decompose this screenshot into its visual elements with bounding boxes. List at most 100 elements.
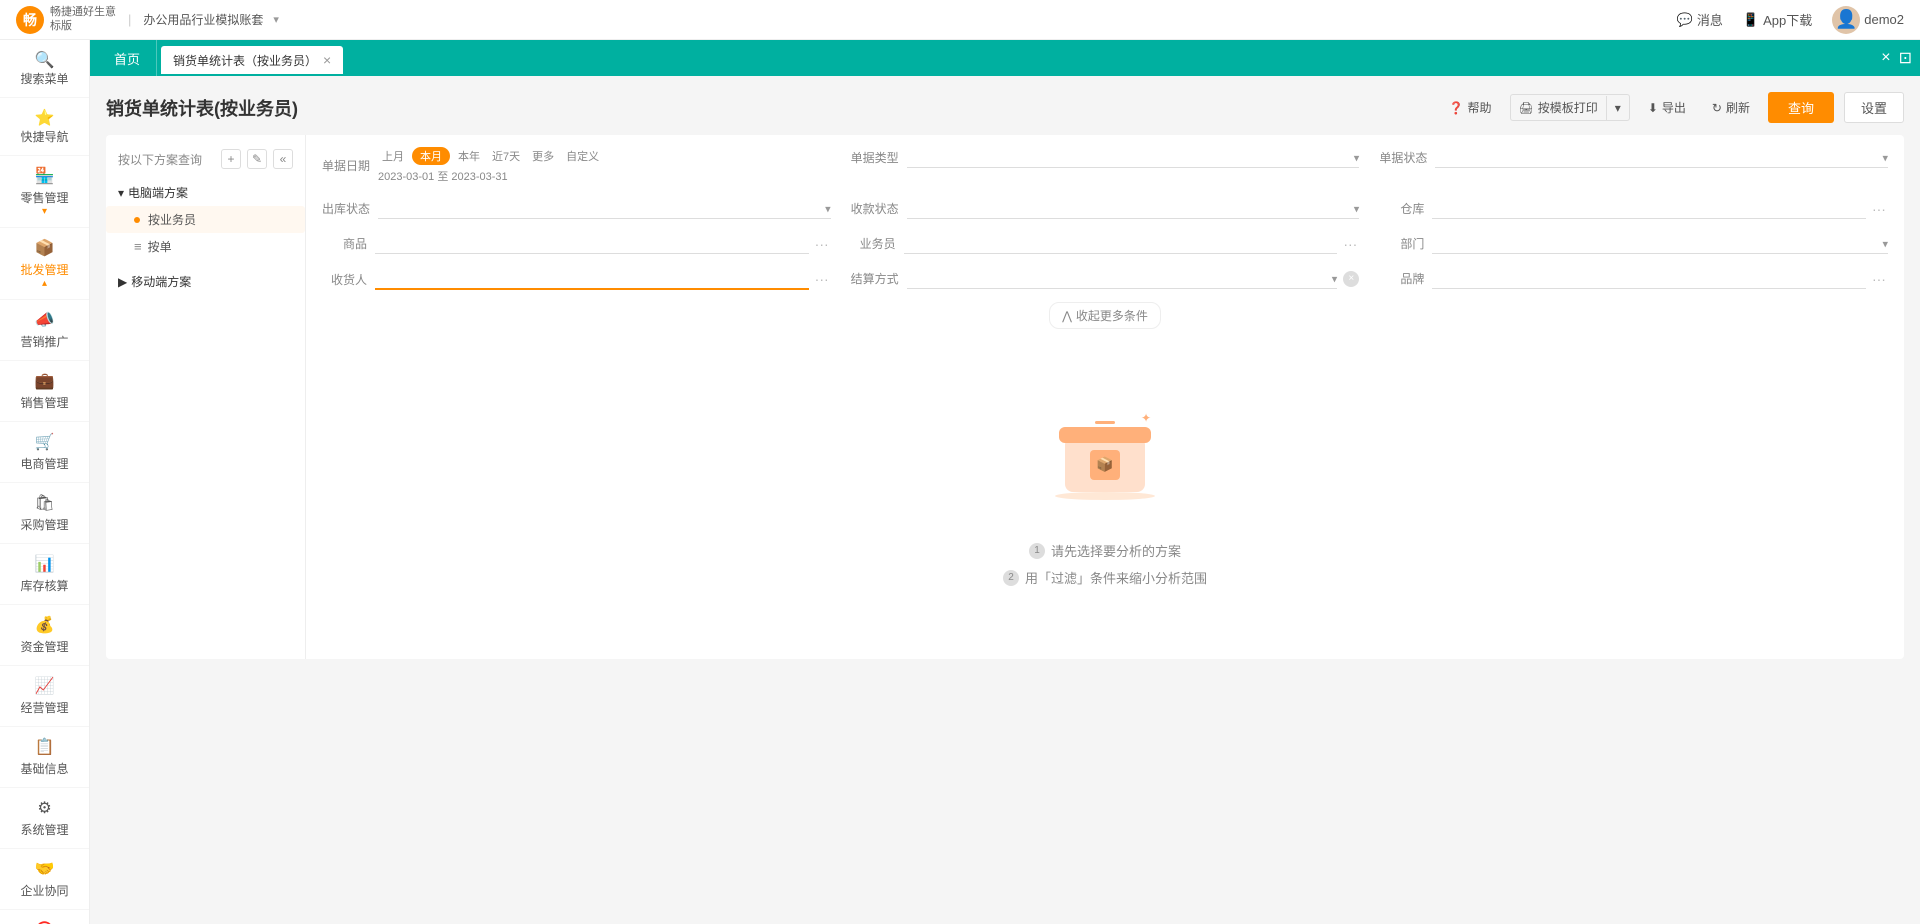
main-layout: 🔍 搜索菜单 ⭐ 快捷导航 🏪 零售管理 ▾ 📦 批发管理 ▴ 📣 营销推广 💼… [0, 40, 1920, 924]
sidebar-item-ecommerce[interactable]: 🛒 电商管理 [0, 422, 89, 483]
user-menu[interactable]: 👤 demo2 [1832, 6, 1904, 34]
chevron-down-icon: ▾ [1615, 101, 1621, 115]
sidebar-item-purchase[interactable]: 🛍 采购管理 [0, 483, 89, 544]
goods-more-icon[interactable]: ··· [813, 234, 831, 254]
ecommerce-icon: 🛒 [35, 432, 55, 452]
print-button[interactable]: 🖨 按模板打印 [1511, 95, 1606, 120]
search-menu-item[interactable]: 🔍 搜索菜单 [0, 40, 89, 98]
cooperation-icon: 🤝 [35, 859, 55, 879]
goods-label: 商品 [322, 235, 367, 252]
logo-icon: 畅 [16, 6, 44, 34]
collapse-button[interactable]: ⋀ 收起更多条件 [1049, 302, 1161, 329]
tab-actions: × ⊡ [1881, 48, 1912, 68]
out-status-select-wrapper [378, 198, 831, 219]
filter-receiver: 收货人 ··· [322, 268, 831, 290]
salesman-more-icon[interactable]: ··· [1341, 234, 1359, 254]
sidebar-item-finance[interactable]: 💰 资金管理 [0, 605, 89, 666]
export-button[interactable]: ⬇ 导出 [1640, 95, 1694, 120]
chevron-down-icon: ▾ [118, 186, 124, 200]
top-bar-right: 💬 消息 📱 App下载 👤 demo2 [1677, 6, 1904, 34]
out-status-select[interactable] [378, 198, 831, 219]
nav-dropdown-icon[interactable]: ▾ [273, 13, 279, 26]
settlement-label: 结算方式 [851, 270, 899, 287]
tab-close-button[interactable]: × [1881, 48, 1890, 68]
collapse-panel-button[interactable]: « [273, 149, 293, 169]
sidebar-item-wholesale[interactable]: 📦 批发管理 ▴ [0, 228, 89, 300]
filter-out-status: 出库状态 [322, 198, 831, 219]
collapse-icon: ⋀ [1062, 309, 1072, 323]
tab-restore-button[interactable]: ⊡ [1899, 48, 1912, 68]
empty-state: 📦 ✦ 1 请先选择要分析的方案 [322, 337, 1888, 647]
brand-input[interactable] [1432, 268, 1866, 289]
sidebar-item-basic[interactable]: 📋 基础信息 [0, 727, 89, 788]
date-tag-this-year[interactable]: 本年 [454, 147, 484, 165]
query-button[interactable]: 查询 [1768, 92, 1834, 123]
date-tag-this-month[interactable]: 本月 [412, 147, 450, 165]
payment-status-select-wrapper [907, 198, 1360, 219]
doc-type-label: 单据类型 [851, 149, 899, 166]
date-tag-7days[interactable]: 近7天 [488, 147, 524, 165]
filter-date: 单据日期 上月 本月 本年 近7天 更多 自定义 [322, 147, 831, 184]
sidebar-item-marketing[interactable]: 📣 营销推广 [0, 300, 89, 361]
salesman-input[interactable] [904, 233, 1338, 254]
help-button[interactable]: ❓ 帮助 [1441, 95, 1500, 120]
scheme-group-pc-title[interactable]: ▾ 电脑端方案 [106, 179, 305, 206]
collapse-bar: ⋀ 收起更多条件 [322, 294, 1888, 337]
tab-home[interactable]: 首页 [98, 40, 157, 76]
retail-icon: 🏪 [35, 166, 55, 186]
top-bar-left: 畅 畅捷通好生意 标版 | 办公用品行业模拟账套 ▾ [16, 6, 279, 34]
sidebar-item-retail[interactable]: 🏪 零售管理 ▾ [0, 156, 89, 228]
content-area: 首页 销货单统计表（按业务员） × × ⊡ 销货单统计表(按业务员) ❓ [90, 40, 1920, 924]
empty-hint-1: 1 请先选择要分析的方案 [1029, 541, 1181, 560]
brand-more-icon[interactable]: ··· [1870, 269, 1888, 289]
tab-bar: 首页 销货单统计表（按业务员） × × ⊡ [90, 40, 1920, 76]
settlement-select[interactable] [907, 268, 1338, 289]
settlement-clear-button[interactable]: × [1343, 271, 1359, 287]
warehouse-more-icon[interactable]: ··· [1870, 199, 1888, 219]
date-tag-last-month[interactable]: 上月 [378, 147, 408, 165]
scheme-group-mobile-title[interactable]: ▶ 移动端方案 [106, 268, 305, 295]
phone-icon: 📱 [1743, 12, 1759, 28]
payment-status-select[interactable] [907, 198, 1360, 219]
date-tag-custom[interactable]: 自定义 [562, 147, 603, 165]
edit-scheme-button[interactable]: ✎ [247, 149, 267, 169]
doc-type-select[interactable] [907, 147, 1360, 168]
settlement-select-wrapper [907, 268, 1338, 289]
order-icon: ≡ [134, 239, 142, 254]
message-button[interactable]: 💬 消息 [1677, 10, 1723, 29]
add-scheme-button[interactable]: + [221, 149, 241, 169]
date-range: 2023-03-01 至 2023-03-31 [378, 168, 831, 184]
doc-status-select-wrapper [1435, 147, 1888, 168]
tab-current[interactable]: 销货单统计表（按业务员） × [161, 46, 343, 74]
receiver-more-icon[interactable]: ··· [813, 269, 831, 289]
warehouse-input[interactable] [1432, 198, 1866, 219]
warehouse-label: 仓库 [1379, 200, 1424, 217]
refresh-button[interactable]: ↻ 刷新 [1704, 95, 1758, 120]
setting-button[interactable]: 设置 [1844, 92, 1904, 123]
out-status-label: 出库状态 [322, 200, 370, 217]
doc-status-select[interactable] [1435, 147, 1888, 168]
quick-nav-item[interactable]: ⭐ 快捷导航 [0, 98, 89, 156]
scheme-by-order[interactable]: ≡ 按单 [106, 233, 305, 260]
sidebar-item-system[interactable]: ⚙ 系统管理 [0, 788, 89, 849]
receiver-input[interactable] [375, 268, 809, 290]
scheme-by-salesman[interactable]: 按业务员 [106, 206, 305, 233]
print-dropdown[interactable]: ▾ [1607, 97, 1629, 119]
filter-settlement: 结算方式 × [851, 268, 1360, 289]
export-icon: ⬇ [1648, 101, 1658, 115]
app-download-button[interactable]: 📱 App下载 [1743, 10, 1812, 29]
sidebar-item-operation[interactable]: 📈 经营管理 [0, 666, 89, 727]
dept-select[interactable] [1432, 233, 1888, 254]
sidebar-item-guide[interactable]: 🎯 新手引导 [0, 910, 89, 924]
sidebar-item-inventory[interactable]: 📊 库存核算 [0, 544, 89, 605]
tab-close-icon[interactable]: × [323, 52, 331, 68]
app-title: 畅捷通好生意 标版 [50, 6, 116, 32]
sidebar-item-sales[interactable]: 💼 销售管理 [0, 361, 89, 422]
sidebar-item-cooperation[interactable]: 🤝 企业协同 [0, 849, 89, 910]
salesman-label: 业务员 [851, 235, 896, 252]
chevron-right-icon: ▶ [118, 275, 127, 289]
date-tag-more[interactable]: 更多 [528, 147, 558, 165]
date-label: 单据日期 [322, 157, 370, 174]
goods-input[interactable] [375, 233, 809, 254]
panel-header-icons: + ✎ « [221, 149, 293, 169]
